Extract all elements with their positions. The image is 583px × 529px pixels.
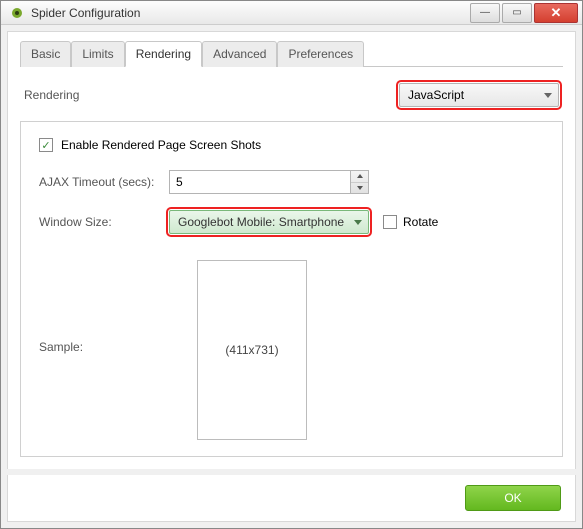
spinner-down-button[interactable] [351,183,368,194]
sample-preview: (411x731) [197,260,307,440]
tab-basic[interactable]: Basic [20,41,71,67]
config-window: Spider Configuration — ▭ ✕ Basic Limits … [0,0,583,529]
tab-strip: Basic Limits Rendering Advanced Preferen… [20,40,563,67]
tab-rendering[interactable]: Rendering [125,41,202,67]
rotate-option: Rotate [383,215,438,229]
enable-screenshots-row: ✓ Enable Rendered Page Screen Shots [39,138,544,152]
sample-dims: (411x731) [225,343,278,357]
sample-label: Sample: [39,340,169,354]
maximize-button[interactable]: ▭ [502,3,532,23]
tab-limits[interactable]: Limits [71,41,124,67]
sample-row: Sample: (411x731) [39,260,544,440]
chevron-down-icon [354,220,362,225]
titlebar: Spider Configuration — ▭ ✕ [1,1,582,25]
ajax-timeout-label: AJAX Timeout (secs): [39,175,169,189]
ajax-timeout-input[interactable]: 5 [169,170,351,194]
window-size-row: Window Size: Googlebot Mobile: Smartphon… [39,210,544,234]
close-button[interactable]: ✕ [534,3,578,23]
rendering-row: Rendering JavaScript [24,83,559,107]
window-title: Spider Configuration [31,6,468,20]
ajax-timeout-spinner[interactable]: 5 [169,170,369,194]
rendering-label: Rendering [24,88,104,102]
tab-preferences[interactable]: Preferences [277,41,364,67]
window-size-label: Window Size: [39,215,169,229]
footer: OK [7,475,576,522]
rendering-group: ✓ Enable Rendered Page Screen Shots AJAX… [20,121,563,457]
rotate-checkbox[interactable] [383,215,397,229]
ok-button[interactable]: OK [465,485,561,511]
chevron-down-icon [544,93,552,98]
rotate-label: Rotate [403,215,438,229]
spinner-up-button[interactable] [351,171,368,183]
minimize-button[interactable]: — [470,3,500,23]
content-area: Basic Limits Rendering Advanced Preferen… [7,31,576,469]
tab-advanced[interactable]: Advanced [202,41,277,67]
enable-screenshots-checkbox[interactable]: ✓ [39,138,53,152]
enable-screenshots-label: Enable Rendered Page Screen Shots [61,138,261,152]
app-icon [9,5,25,21]
ajax-timeout-row: AJAX Timeout (secs): 5 [39,170,544,194]
rendering-select[interactable]: JavaScript [399,83,559,107]
window-size-value: Googlebot Mobile: Smartphone [178,215,344,229]
window-size-select[interactable]: Googlebot Mobile: Smartphone [169,210,369,234]
rendering-select-value: JavaScript [408,88,464,102]
